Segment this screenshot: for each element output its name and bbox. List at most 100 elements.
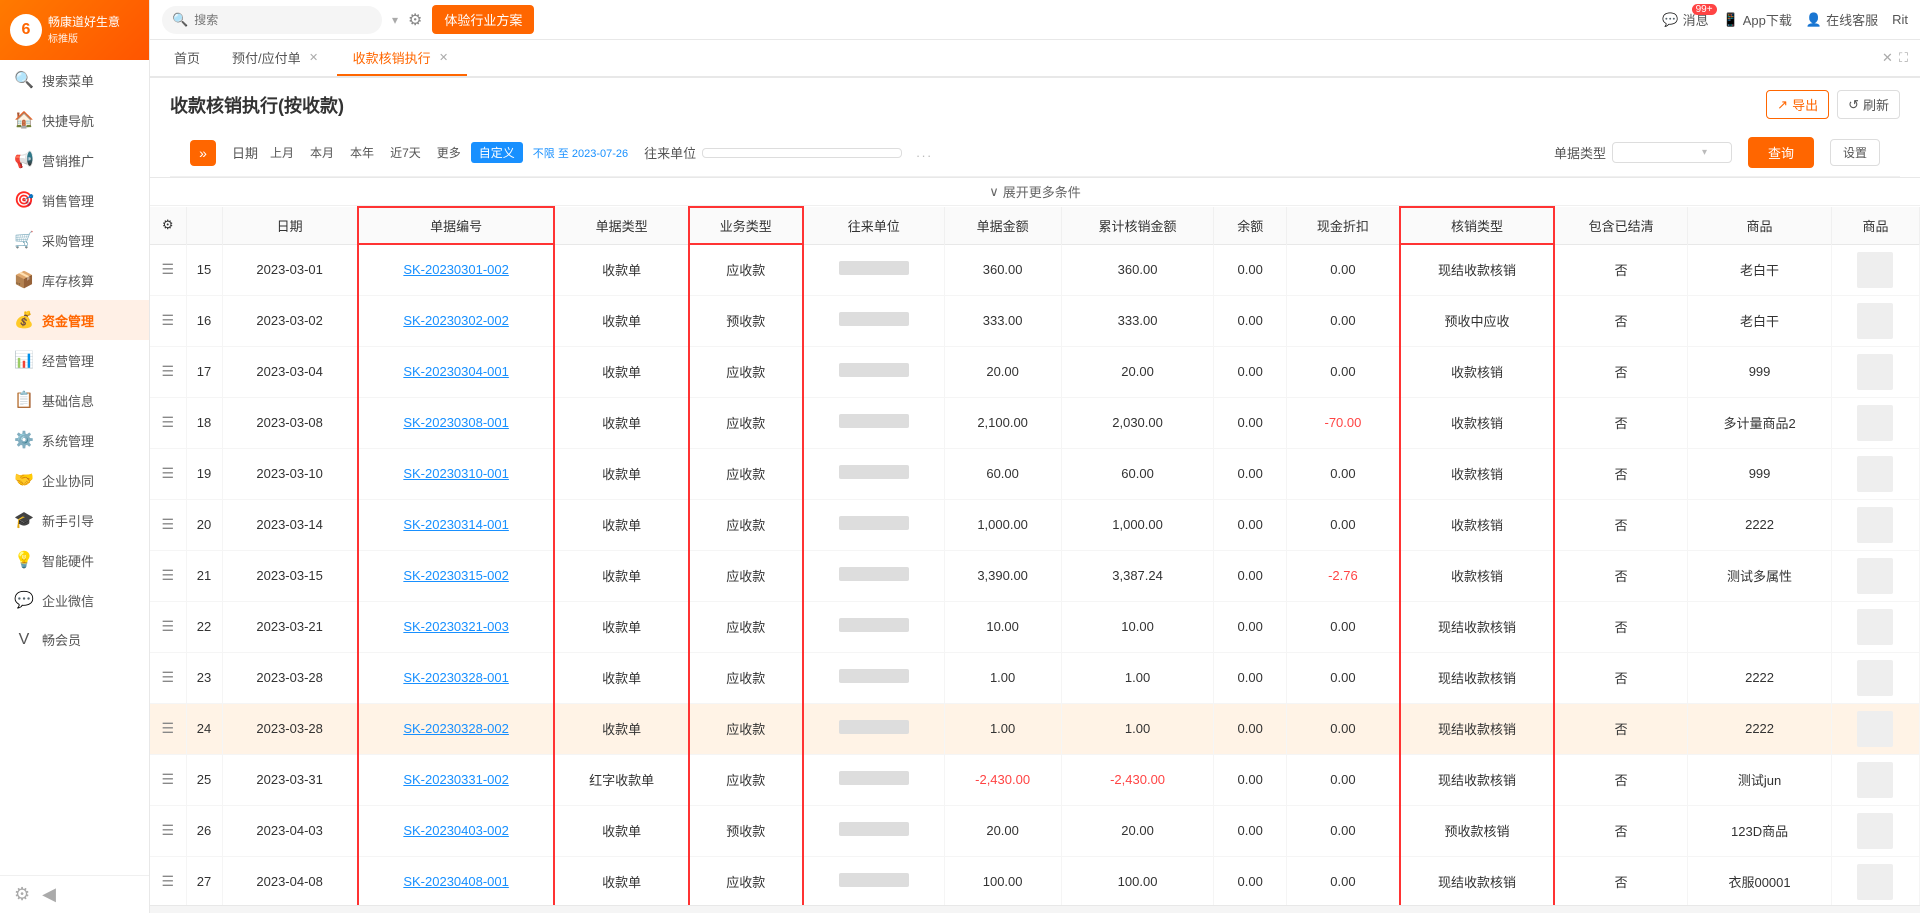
sidebar-item-search[interactable]: 🔍搜索菜单 xyxy=(0,60,149,100)
sidebar-item-operations[interactable]: 📊经营管理 xyxy=(0,340,149,380)
row-gear[interactable]: ☰ xyxy=(150,703,186,754)
settings-button[interactable]: 设置 xyxy=(1830,139,1880,166)
collapse-icon[interactable]: ◀ xyxy=(42,884,56,905)
row-gear[interactable]: ☰ xyxy=(150,244,186,295)
row-doc-no[interactable]: SK-20230328-002 xyxy=(358,703,555,754)
row-doc-no[interactable]: SK-20230403-002 xyxy=(358,805,555,856)
row-doc-no[interactable]: SK-20230408-001 xyxy=(358,856,555,905)
sidebar-item-system[interactable]: ⚙️系统管理 xyxy=(0,420,149,460)
row-doc-no[interactable]: SK-20230321-003 xyxy=(358,601,555,652)
tab-payable[interactable]: 预付/应付单✕ xyxy=(216,40,337,76)
row-goods-img xyxy=(1831,703,1919,754)
sidebar-item-wechat[interactable]: 💬企业微信 xyxy=(0,580,149,620)
row-gear[interactable]: ☰ xyxy=(150,295,186,346)
tab-verify[interactable]: 收款核销执行✕ xyxy=(337,40,467,76)
row-gear[interactable]: ☰ xyxy=(150,499,186,550)
doc-no-column-header: 单据编号 xyxy=(358,207,555,244)
row-biz-type: 应收款 xyxy=(689,856,803,905)
row-goods: 多计量商品2 xyxy=(1688,397,1832,448)
settings-footer-icon[interactable]: ⚙ xyxy=(14,884,30,905)
message-button[interactable]: 💬 消息 99+ xyxy=(1662,10,1708,29)
include-settled-column-header: 包含已结清 xyxy=(1554,207,1687,244)
row-goods: 2222 xyxy=(1688,652,1832,703)
row-amount: 360.00 xyxy=(944,244,1061,295)
tab-close-all-icon[interactable]: ✕ xyxy=(1882,50,1893,66)
filter-expand-button[interactable]: » xyxy=(190,140,216,166)
row-gear[interactable]: ☰ xyxy=(150,346,186,397)
row-doc-no[interactable]: SK-20230310-001 xyxy=(358,448,555,499)
sidebar-item-finance[interactable]: 💰资金管理 xyxy=(0,300,149,340)
date-opt-本年[interactable]: 本年 xyxy=(344,142,380,163)
unit-input[interactable] xyxy=(702,148,902,158)
row-biz-type: 应收款 xyxy=(689,244,803,295)
dropdown-arrow-icon[interactable]: ▾ xyxy=(392,13,398,27)
member-icon: V xyxy=(14,631,34,649)
solution-button[interactable]: 体验行业方案 xyxy=(432,5,534,34)
row-date: 2023-03-28 xyxy=(222,652,358,703)
date-opt-上月[interactable]: 上月 xyxy=(264,142,300,163)
export-icon: ↗ xyxy=(1777,97,1788,113)
row-doc-no[interactable]: SK-20230314-001 xyxy=(358,499,555,550)
sidebar-logo: 6 畅康道好生意 标推版 xyxy=(0,0,149,60)
date-opt-更多[interactable]: 更多 xyxy=(431,142,467,163)
gear-icon[interactable]: ⚙ xyxy=(408,10,422,30)
row-seq: 18 xyxy=(186,397,222,448)
sidebar-item-shortcut[interactable]: 🏠快捷导航 xyxy=(0,100,149,140)
online-service-button[interactable]: 👤 在线客服 xyxy=(1806,10,1878,29)
row-doc-no[interactable]: SK-20230308-001 xyxy=(358,397,555,448)
query-button[interactable]: 查询 xyxy=(1748,137,1814,168)
table-row: ☰ 17 2023-03-04 SK-20230304-001 收款单 应收款 … xyxy=(150,346,1920,397)
sidebar-item-sales[interactable]: 🎯销售管理 xyxy=(0,180,149,220)
tab-home[interactable]: 首页 xyxy=(158,40,216,76)
row-gear[interactable]: ☰ xyxy=(150,652,186,703)
sidebar-item-purchase[interactable]: 🛒采购管理 xyxy=(0,220,149,260)
sidebar-item-basic[interactable]: 📋基础信息 xyxy=(0,380,149,420)
row-balance: 0.00 xyxy=(1214,397,1287,448)
row-seq: 20 xyxy=(186,499,222,550)
sidebar-item-inventory[interactable]: 📦库存核算 xyxy=(0,260,149,300)
row-goods: 999 xyxy=(1688,346,1832,397)
row-gear[interactable]: ☰ xyxy=(150,805,186,856)
row-seq: 26 xyxy=(186,805,222,856)
export-button[interactable]: ↗ 导出 xyxy=(1766,90,1829,119)
row-doc-no[interactable]: SK-20230331-002 xyxy=(358,754,555,805)
tab-expand-icon[interactable]: ⛶ xyxy=(1899,50,1908,66)
search-icon: 🔍 xyxy=(14,70,34,90)
tab-close-payable[interactable]: ✕ xyxy=(307,50,321,64)
sidebar-item-enterprise[interactable]: 🤝企业协同 xyxy=(0,460,149,500)
gear-column-header[interactable]: ⚙ xyxy=(150,207,186,244)
row-gear[interactable]: ☰ xyxy=(150,754,186,805)
row-doc-no[interactable]: SK-20230328-001 xyxy=(358,652,555,703)
expand-more-button[interactable]: ∨ 展开更多条件 xyxy=(989,182,1081,201)
sidebar-item-member[interactable]: V畅会员 xyxy=(0,620,149,659)
sidebar-item-hardware[interactable]: 💡智能硬件 xyxy=(0,540,149,580)
sidebar-item-marketing[interactable]: 📢营销推广 xyxy=(0,140,149,180)
row-doc-no[interactable]: SK-20230302-002 xyxy=(358,295,555,346)
row-unit xyxy=(803,499,944,550)
search-input[interactable] xyxy=(194,13,372,27)
tab-close-verify[interactable]: ✕ xyxy=(437,50,451,64)
row-doc-no[interactable]: SK-20230315-002 xyxy=(358,550,555,601)
doctype-select[interactable]: ▾ xyxy=(1612,142,1732,163)
row-gear[interactable]: ☰ xyxy=(150,448,186,499)
user-name[interactable]: Rit xyxy=(1892,12,1908,27)
row-biz-type: 应收款 xyxy=(689,754,803,805)
row-biz-type: 应收款 xyxy=(689,499,803,550)
sidebar-item-guide[interactable]: 🎓新手引导 xyxy=(0,500,149,540)
row-doc-no[interactable]: SK-20230301-002 xyxy=(358,244,555,295)
row-seq: 27 xyxy=(186,856,222,905)
row-gear[interactable]: ☰ xyxy=(150,856,186,905)
date-opt-本月[interactable]: 本月 xyxy=(304,142,340,163)
row-gear[interactable]: ☰ xyxy=(150,397,186,448)
row-goods: 测试jun xyxy=(1688,754,1832,805)
refresh-button[interactable]: ↺ 刷新 xyxy=(1837,90,1900,119)
horizontal-scrollbar[interactable] xyxy=(150,905,1920,913)
row-verify-amount: 360.00 xyxy=(1061,244,1214,295)
row-gear[interactable]: ☰ xyxy=(150,601,186,652)
sidebar-item-label-basic: 基础信息 xyxy=(42,391,94,410)
date-opt-custom[interactable]: 自定义 xyxy=(471,142,523,163)
row-doc-no[interactable]: SK-20230304-001 xyxy=(358,346,555,397)
app-download-button[interactable]: 📱 App下载 xyxy=(1723,10,1792,29)
date-opt-近7天[interactable]: 近7天 xyxy=(384,142,427,163)
row-gear[interactable]: ☰ xyxy=(150,550,186,601)
